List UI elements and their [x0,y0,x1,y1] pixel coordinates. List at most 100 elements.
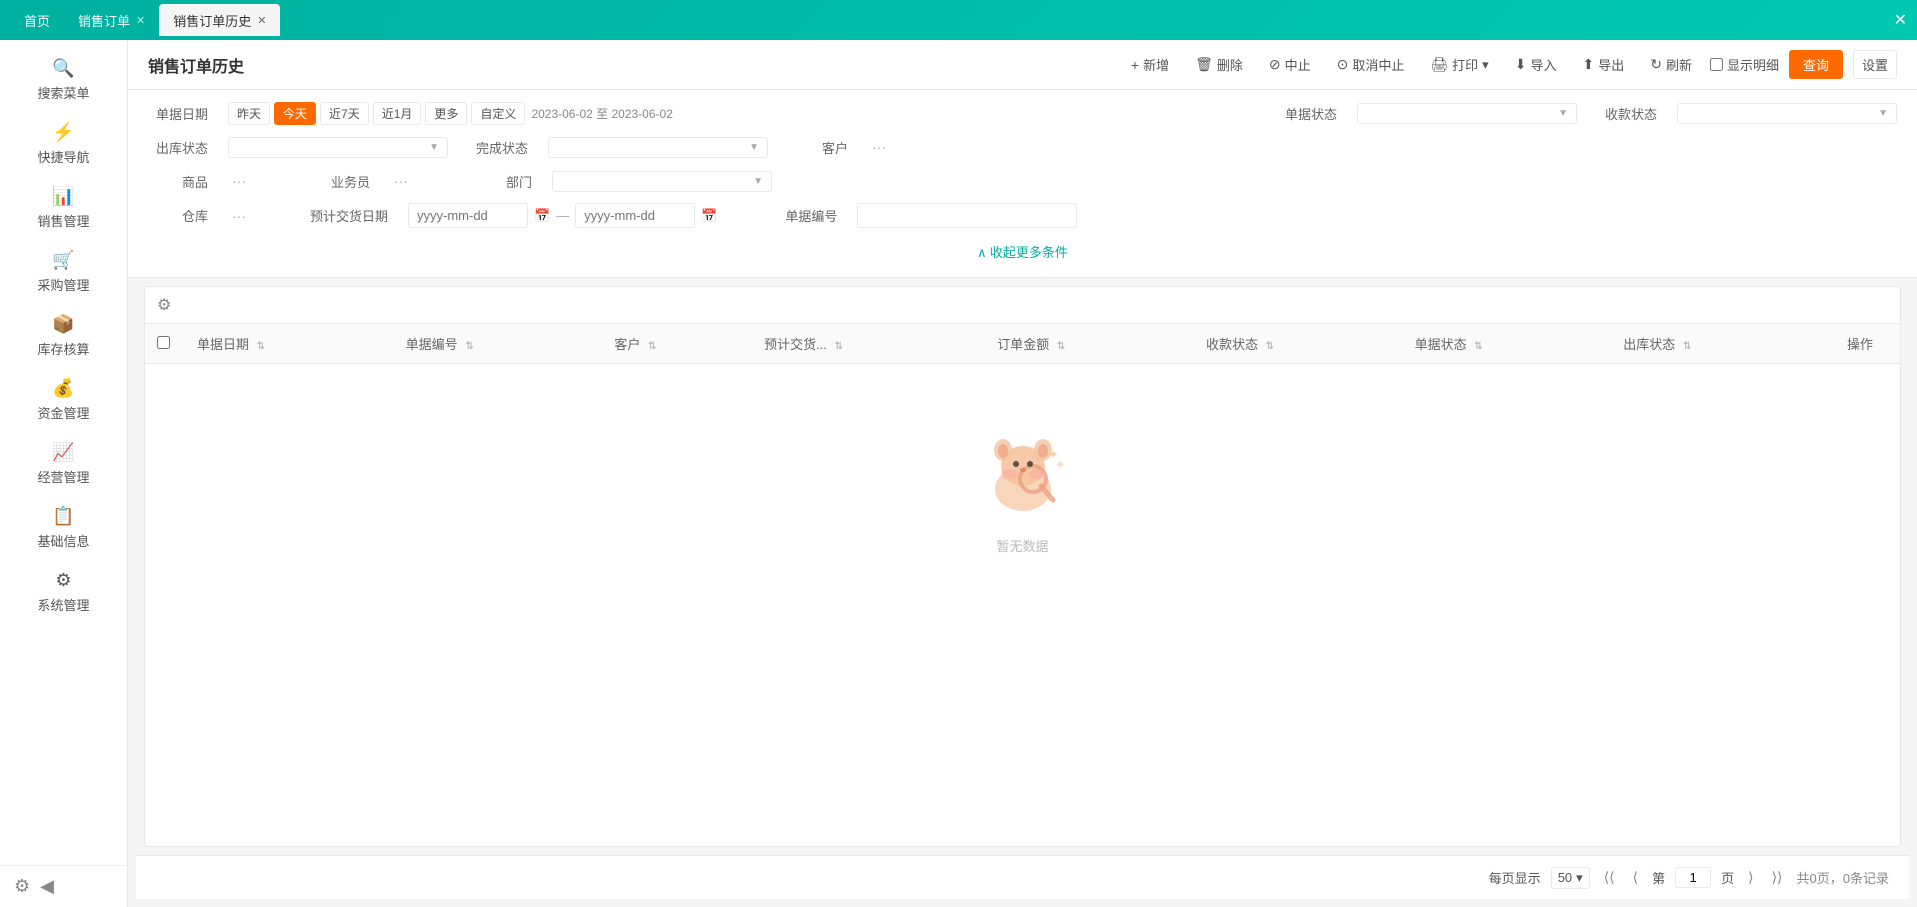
sidebar-settings-icon[interactable]: ⚙ [14,876,30,897]
sidebar-item-quicknav-label: 快捷导航 [37,147,89,166]
th-order-status-sort[interactable]: ⇅ [1474,341,1482,352]
show-detail-checkbox[interactable] [1710,58,1723,71]
tab-sales-history-close[interactable]: ✕ [257,14,266,27]
date-btn-today[interactable]: 今天 [274,102,316,125]
collapse-icon: ∧ [977,245,987,260]
tab-home[interactable]: 首页 [10,4,64,36]
th-date: 单据日期 ⇅ [185,324,394,364]
department-label: 部门 [472,172,532,191]
expected-date-end-input[interactable] [575,203,695,228]
date-btn-custom[interactable]: 自定义 [471,102,525,125]
goods-label: 商品 [148,172,208,191]
payment-status-select[interactable]: ▼ [1677,103,1897,124]
sidebar-item-purchase[interactable]: 🛒 采购管理 [0,240,127,304]
sidebar-item-purchase-label: 采购管理 [37,275,89,294]
last-page-btn[interactable]: ⟩⟩ [1768,867,1787,888]
order-no-input[interactable] [857,203,1077,228]
th-amount-sort[interactable]: ⇅ [1057,341,1065,352]
th-expected-date-sort[interactable]: ⇅ [835,341,843,352]
refresh-button[interactable]: ↻ 刷新 [1642,51,1700,78]
delete-button[interactable]: 🗑 删除 [1187,51,1251,78]
sidebar-item-finance[interactable]: 💰 资金管理 [0,368,127,432]
window-close-button[interactable]: ✕ [1894,10,1907,30]
tab-sales-order-close[interactable]: ✕ [136,14,145,27]
complete-label: 完成状态 [468,138,528,157]
tab-sales-order[interactable]: 销售订单 ✕ [64,4,159,36]
page-title: 销售订单历史 [148,53,1123,77]
customer-more-btn[interactable]: ··· [868,135,890,159]
th-customer: 客户 ⇅ [602,324,752,364]
select-all-checkbox[interactable] [157,336,170,349]
show-detail-checkbox-group[interactable]: 显示明细 [1710,55,1779,74]
sidebar-item-search[interactable]: 🔍 搜索菜单 [0,48,127,112]
print-button[interactable]: 🖨 打印 ▾ [1422,51,1496,78]
sidebar-bottom: ⚙ ◀ [0,865,127,907]
expected-date-label: 预计交货日期 [310,206,388,225]
th-outbound-sort[interactable]: ⇅ [1683,341,1691,352]
salesperson-label: 业务员 [310,172,370,191]
next-page-btn[interactable]: ⟩ [1744,867,1757,888]
complete-status-select[interactable]: ▼ [548,137,768,158]
sidebar-collapse-icon[interactable]: ◀ [40,876,54,897]
tab-sales-history[interactable]: 销售订单历史 ✕ [159,4,280,36]
status-select[interactable]: ▼ [1357,103,1577,124]
status-select-arrow: ▼ [1558,108,1568,119]
settings-label: 设置 [1862,55,1888,74]
th-payment-sort[interactable]: ⇅ [1266,341,1274,352]
settings-button[interactable]: 设置 [1853,50,1897,79]
sidebar-item-operations[interactable]: 📈 经营管理 [0,432,127,496]
date-btn-1month[interactable]: 近1月 [373,102,422,125]
table-settings-icon[interactable]: ⚙ [157,295,171,315]
empty-state: ✦ ✦ 暂无数据 [145,364,1900,615]
department-select[interactable]: ▼ [552,171,772,192]
sidebar-item-quicknav[interactable]: ⚡ 快捷导航 [0,112,127,176]
th-customer-sort[interactable]: ⇅ [648,341,656,352]
print-label: 打印 [1452,55,1478,74]
filter-area: 单据日期 昨天 今天 近7天 近1月 更多 自定义 2023-06-02 至 2… [128,90,1917,278]
th-operations: 操作 [1820,324,1900,364]
export-button[interactable]: ⬆ 导出 [1574,51,1632,78]
page-size-select[interactable]: 50 ▾ [1551,867,1590,889]
page-number-input[interactable] [1675,867,1711,888]
sidebar-item-system[interactable]: ⚙ 系统管理 [0,560,127,624]
page-size-value: 50 [1558,870,1572,885]
prev-page-btn[interactable]: ⟨ [1629,867,1642,888]
sidebar-item-sales-label: 销售管理 [37,211,89,230]
stop-button[interactable]: ⊘ 中止 [1261,51,1319,78]
cancel-stop-button[interactable]: ⊙ 取消中止 [1329,51,1413,78]
cancel-stop-label: 取消中止 [1352,55,1404,74]
pagination-bar: 每页显示 50 ▾ ⟨⟨ ⟨ 第 页 ⟩ ⟩⟩ 共0页，0条记录 [136,855,1909,899]
collapse-label: 收起更多条件 [990,245,1068,260]
main-layout: 🔍 搜索菜单 ⚡ 快捷导航 📊 销售管理 🛒 采购管理 📦 库存核算 💰 资金管… [0,40,1917,907]
add-button[interactable]: + 新增 [1123,51,1177,78]
calendar-end-icon[interactable]: 📅 [701,208,717,224]
date-btn-yesterday[interactable]: 昨天 [228,102,270,125]
goods-more-btn[interactable]: ··· [228,169,250,193]
th-order-status: 单据状态 ⇅ [1403,324,1612,364]
query-button[interactable]: 查询 [1789,50,1843,79]
import-button[interactable]: ⬇ 导入 [1507,51,1565,78]
payment-status-arrow: ▼ [1878,108,1888,119]
collapse-bar[interactable]: ∧ 收起更多条件 [148,238,1897,265]
sidebar-item-basic-info[interactable]: 📋 基础信息 [0,496,127,560]
top-bar-right: ✕ [1894,10,1907,30]
warehouse-more-btn[interactable]: ··· [228,204,250,228]
date-btn-more[interactable]: 更多 [425,102,467,125]
date-btn-7days[interactable]: 近7天 [320,102,369,125]
empty-state-row: ✦ ✦ 暂无数据 [145,364,1900,616]
th-expected-date: 预计交货... ⇅ [752,324,985,364]
th-order-no-sort[interactable]: ⇅ [465,341,473,352]
first-page-btn[interactable]: ⟨⟨ [1600,867,1619,888]
empty-illustration: ✦ ✦ [973,424,1073,524]
content-area: 销售订单历史 + 新增 🗑 删除 ⊘ 中止 ⊙ 取消中止 [128,40,1917,907]
calendar-start-icon[interactable]: 📅 [534,208,550,224]
sidebar-item-inventory[interactable]: 📦 库存核算 [0,304,127,368]
table-area: ⚙ 单据日期 ⇅ 单据编号 [144,286,1901,847]
th-date-sort[interactable]: ⇅ [257,341,265,352]
sidebar-item-sales[interactable]: 📊 销售管理 [0,176,127,240]
salesperson-more-btn[interactable]: ··· [390,169,412,193]
outbound-status-select[interactable]: ▼ [228,137,448,158]
date-range-display: 2023-06-02 至 2023-06-02 [531,105,672,122]
expected-date-start-input[interactable] [408,203,528,228]
table-wrapper: ⚙ 单据日期 ⇅ 单据编号 [136,278,1909,899]
